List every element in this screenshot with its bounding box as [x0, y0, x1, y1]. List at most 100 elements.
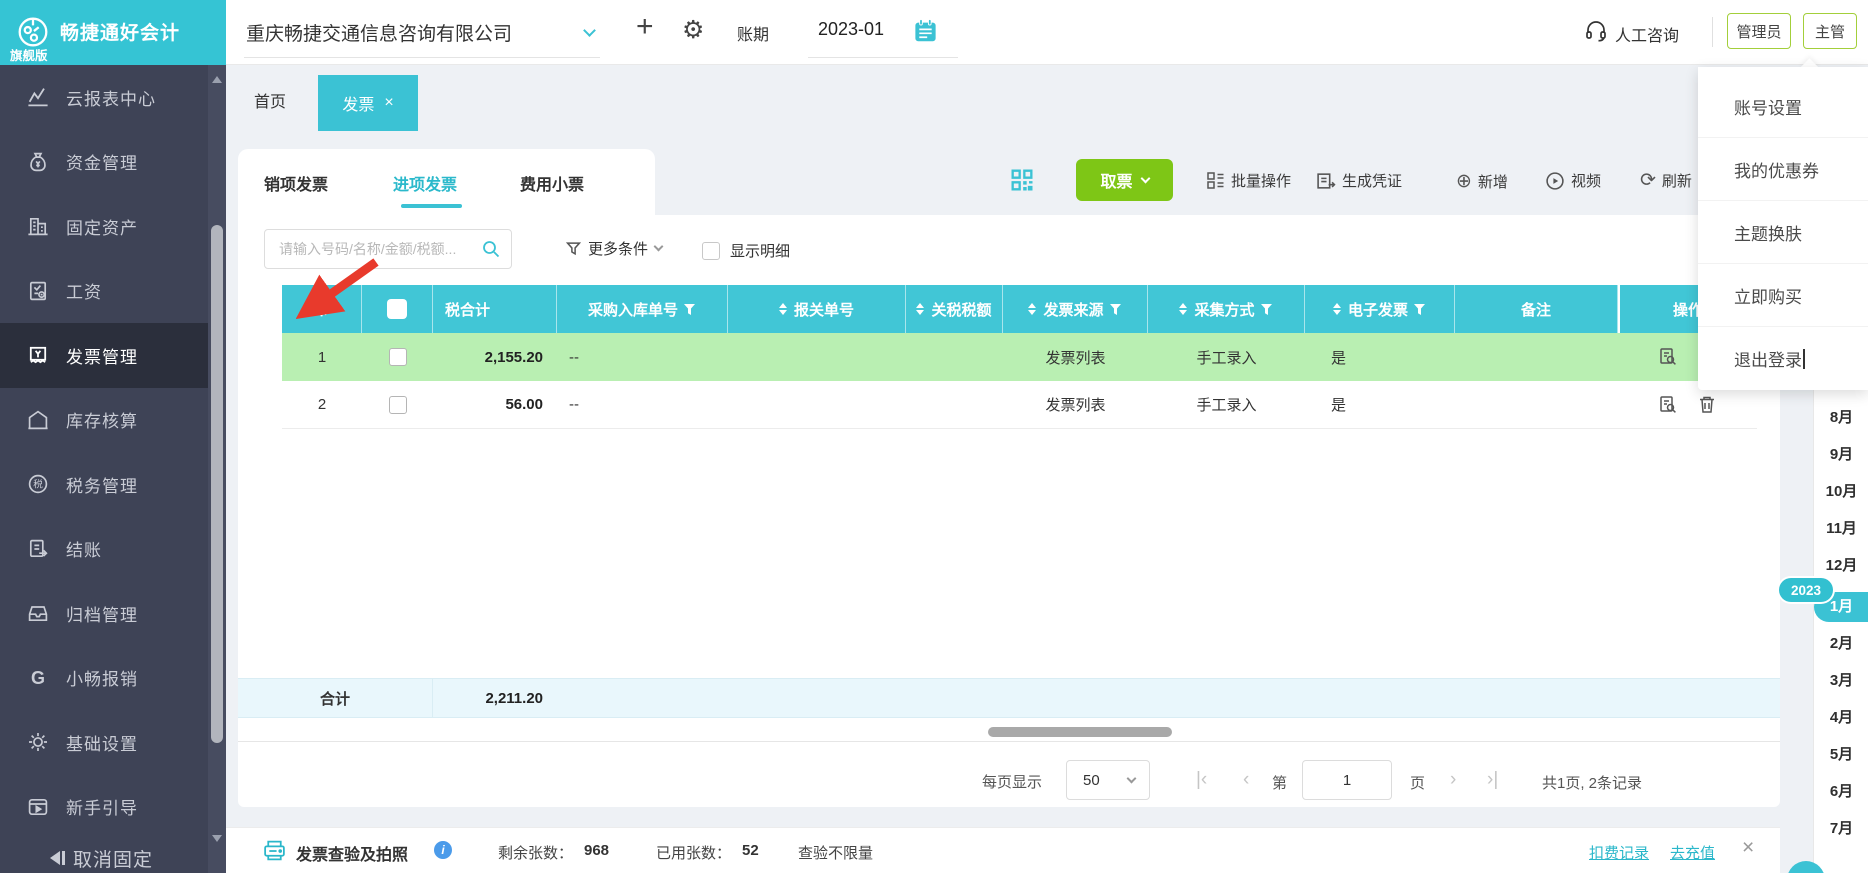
payroll-doc-icon: [29, 281, 47, 300]
tab-purchase-invoice[interactable]: 进项发票: [393, 171, 457, 195]
sidebar-item-basic-settings[interactable]: 基础设置: [0, 710, 208, 775]
page-number-input[interactable]: [1303, 770, 1391, 790]
delete-icon[interactable]: [1698, 395, 1716, 414]
tab-invoice[interactable]: 发票 ×: [318, 75, 418, 131]
col-collect-method[interactable]: 采集方式: [1148, 285, 1305, 333]
month-item[interactable]: 5月: [1814, 744, 1868, 766]
sort-icon[interactable]: [1332, 303, 1341, 315]
month-item[interactable]: 7月: [1814, 818, 1868, 840]
sidebar-item-tutorial[interactable]: 新手引导: [0, 775, 208, 840]
fee-record-link[interactable]: 扣费记录: [1589, 842, 1649, 863]
per-page-select[interactable]: 50: [1066, 760, 1150, 800]
recharge-link[interactable]: 去充值: [1670, 842, 1715, 863]
table-row[interactable]: 1 2,155.20 -- 发票列表 手工录入 是: [282, 333, 1757, 381]
select-all-checkbox[interactable]: [387, 299, 407, 319]
sidebar-item-expense-app[interactable]: G 小畅报销: [0, 646, 208, 711]
generate-voucher-button[interactable]: 生成凭证: [1316, 170, 1402, 191]
sort-icon[interactable]: [916, 303, 925, 315]
scroll-up-icon[interactable]: [212, 76, 222, 83]
video-help-button[interactable]: 视频: [1545, 170, 1601, 191]
col-customs-tax[interactable]: 关税税额: [906, 285, 1003, 333]
search-field[interactable]: [264, 229, 512, 269]
batch-actions-button[interactable]: 批量操作: [1206, 170, 1291, 191]
tab-home[interactable]: 首页: [254, 88, 286, 112]
first-page-button[interactable]: |‹: [1196, 769, 1207, 791]
sidebar-item-archive[interactable]: 归档管理: [0, 581, 208, 646]
filter-funnel-icon[interactable]: [1109, 303, 1122, 316]
sidebar-item-invoice-management[interactable]: 发票管理: [0, 323, 208, 388]
sidebar-item-closing[interactable]: 结账: [0, 517, 208, 582]
month-item[interactable]: 11月: [1814, 518, 1868, 540]
month-item[interactable]: 2月: [1814, 633, 1868, 655]
column-settings-gear-icon[interactable]: ⚙: [312, 297, 331, 322]
view-detail-icon[interactable]: [1658, 347, 1678, 367]
tab-sales-invoice[interactable]: 销项发票: [264, 171, 328, 195]
month-item[interactable]: 8月: [1814, 407, 1868, 429]
sidebar-item-tax[interactable]: 税 税务管理: [0, 452, 208, 517]
col-remark[interactable]: 备注: [1455, 285, 1618, 333]
headset-icon[interactable]: [1584, 19, 1608, 43]
tab-close-icon[interactable]: ×: [384, 94, 393, 112]
menu-item-buy-now[interactable]: 立即购买: [1698, 264, 1868, 327]
col-customs-no[interactable]: 报关单号: [728, 285, 906, 333]
sort-icon[interactable]: [778, 303, 787, 315]
month-item[interactable]: 4月: [1814, 707, 1868, 729]
sidebar-item-inventory[interactable]: 库存核算: [0, 388, 208, 453]
sidebar-item-fixed-assets[interactable]: 固定资产: [0, 194, 208, 259]
sort-icon[interactable]: [1028, 303, 1037, 315]
sidebar-item-funds[interactable]: 资金管理: [0, 130, 208, 195]
col-purchase-order[interactable]: 采购入库单号: [557, 285, 728, 333]
prev-page-button[interactable]: ‹: [1243, 769, 1249, 791]
search-input[interactable]: [277, 231, 482, 267]
sort-icon[interactable]: [1179, 303, 1188, 315]
calendar-icon[interactable]: [912, 17, 939, 44]
add-account-button[interactable]: +: [636, 10, 654, 44]
sidebar-unpin-button[interactable]: 取消固定: [0, 843, 226, 873]
filter-funnel-icon[interactable]: [1413, 303, 1426, 316]
add-new-button[interactable]: ⊕ 新增: [1456, 170, 1508, 193]
menu-item-coupons[interactable]: 我的优惠券: [1698, 138, 1868, 201]
sidebar-scrollbar-thumb[interactable]: [211, 225, 223, 743]
sidebar-item-cloud-reports[interactable]: 云报表中心: [0, 65, 208, 130]
fetch-invoice-button[interactable]: 取票: [1076, 159, 1173, 201]
col-e-invoice[interactable]: 电子发票: [1305, 285, 1455, 333]
sidebar-item-payroll[interactable]: 工资: [0, 259, 208, 324]
next-page-button[interactable]: ›: [1450, 769, 1456, 791]
row-checkbox[interactable]: [388, 348, 407, 366]
view-detail-icon[interactable]: [1658, 395, 1678, 415]
table-row[interactable]: 2 56.00 -- 发票列表 手工录入 是: [282, 381, 1757, 429]
horizontal-scrollbar-thumb[interactable]: [988, 727, 1172, 737]
qr-scan-icon[interactable]: [1008, 166, 1036, 194]
support-link[interactable]: 人工咨询: [1615, 22, 1679, 46]
info-icon[interactable]: i: [434, 841, 452, 859]
filter-funnel-icon[interactable]: [683, 303, 696, 316]
col-source[interactable]: 发票来源: [1003, 285, 1148, 333]
tab-expense-receipt[interactable]: 费用小票: [520, 171, 584, 195]
filter-funnel-icon[interactable]: [1260, 303, 1273, 316]
month-item[interactable]: 9月: [1814, 444, 1868, 466]
role-supervisor-button[interactable]: 主管: [1803, 13, 1857, 49]
menu-item-logout[interactable]: 退出登录: [1698, 327, 1868, 390]
chevron-down-icon[interactable]: [583, 24, 596, 37]
menu-item-account-settings[interactable]: 账号设置: [1698, 75, 1868, 138]
sidebar-scrollbar[interactable]: [208, 65, 226, 873]
col-tax-total[interactable]: 税合计: [433, 285, 557, 333]
close-icon[interactable]: ×: [1742, 836, 1754, 860]
settings-gear-icon[interactable]: ⚙: [682, 15, 704, 45]
month-item[interactable]: 12月: [1814, 555, 1868, 577]
scroll-down-icon[interactable]: [212, 835, 222, 842]
month-item[interactable]: 10月: [1814, 481, 1868, 503]
search-icon[interactable]: [481, 239, 501, 264]
more-filters-button[interactable]: 更多条件: [566, 238, 664, 259]
month-item[interactable]: 3月: [1814, 670, 1868, 692]
show-detail-checkbox[interactable]: [702, 241, 720, 260]
page-number-field[interactable]: [1302, 760, 1392, 800]
month-item[interactable]: 6月: [1814, 781, 1868, 803]
last-page-button[interactable]: ›|: [1487, 769, 1498, 791]
row-checkbox[interactable]: [388, 395, 407, 414]
company-selector[interactable]: 重庆畅捷交通信息咨询有限公司: [246, 19, 512, 46]
menu-item-theme[interactable]: 主题换肤: [1698, 201, 1868, 264]
role-admin-button[interactable]: 管理员: [1727, 13, 1791, 49]
period-value[interactable]: 2023-01: [818, 19, 884, 40]
refresh-button[interactable]: ⟳ 刷新: [1640, 169, 1692, 192]
